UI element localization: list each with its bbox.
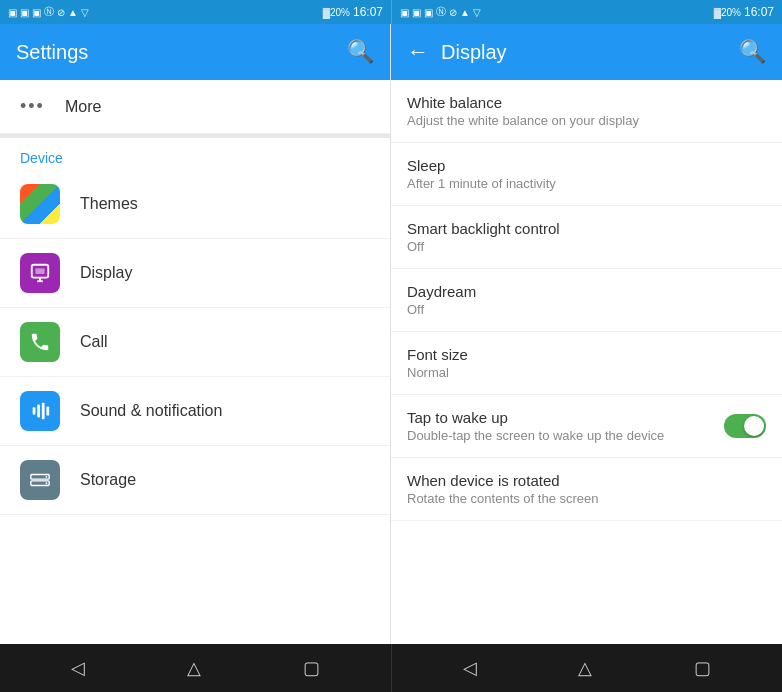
font-size-title: Font size <box>407 346 766 363</box>
display-settings-list: White balance Adjust the white balance o… <box>391 80 782 644</box>
settings-item-sound[interactable]: Sound & notification <box>0 377 390 446</box>
settings-item-display[interactable]: Display <box>0 239 390 308</box>
settings-title: Settings <box>16 41 88 64</box>
nav-bar: ◁ △ ▢ ◁ △ ▢ <box>0 644 782 692</box>
svg-rect-6 <box>42 403 45 420</box>
device-section-header: Device <box>0 138 390 170</box>
svg-rect-1 <box>35 268 44 274</box>
right-header: ← Display 🔍 <box>391 24 782 80</box>
more-dots-icon: ••• <box>20 96 45 117</box>
daydream-title: Daydream <box>407 283 766 300</box>
settings-item-themes[interactable]: Themes <box>0 170 390 239</box>
themes-icon <box>20 184 60 224</box>
themes-label: Themes <box>80 195 138 213</box>
settings-item-call[interactable]: Call <box>0 308 390 377</box>
left-status-right: ▓20% 16:07 <box>323 5 383 19</box>
right-recents-button[interactable]: ▢ <box>686 649 719 687</box>
right-status-icons: ▣ ▣ ▣ Ⓝ ⊘ ▲ ▽ <box>400 5 481 19</box>
display-search-icon[interactable]: 🔍 <box>739 39 766 65</box>
call-icon-svg <box>29 331 51 353</box>
tap-to-wake-toggle[interactable] <box>724 414 766 438</box>
tap-to-wake-subtitle: Double-tap the screen to wake up the dev… <box>407 428 724 443</box>
storage-label: Storage <box>80 471 136 489</box>
display-item-rotation[interactable]: When device is rotated Rotate the conten… <box>391 458 782 521</box>
display-item-white-balance[interactable]: White balance Adjust the white balance o… <box>391 80 782 143</box>
tap-to-wake-title: Tap to wake up <box>407 409 724 426</box>
settings-item-storage[interactable]: Storage <box>0 446 390 515</box>
storage-icon-svg <box>29 469 51 491</box>
font-size-subtitle: Normal <box>407 365 766 380</box>
sleep-title: Sleep <box>407 157 766 174</box>
back-button[interactable]: ← <box>407 39 429 65</box>
status-bar: ▣ ▣ ▣ Ⓝ ⊘ ▲ ▽ ▓20% 16:07 ▣ ▣ ▣ Ⓝ ⊘ ▲ ▽ ▓… <box>0 0 782 24</box>
toggle-knob <box>744 416 764 436</box>
left-header: Settings 🔍 <box>0 24 390 80</box>
display-item-sleep[interactable]: Sleep After 1 minute of inactivity <box>391 143 782 206</box>
rotation-subtitle: Rotate the contents of the screen <box>407 491 766 506</box>
left-recents-button[interactable]: ▢ <box>295 649 328 687</box>
left-panel: Settings 🔍 ••• More Device Themes <box>0 24 391 644</box>
left-back-button[interactable]: ◁ <box>63 649 93 687</box>
svg-rect-5 <box>37 405 40 418</box>
status-bar-left: ▣ ▣ ▣ Ⓝ ⊘ ▲ ▽ ▓20% 16:07 <box>0 0 391 24</box>
right-panel: ← Display 🔍 White balance Adjust the whi… <box>391 24 782 644</box>
left-home-button[interactable]: △ <box>179 649 209 687</box>
storage-icon <box>20 460 60 500</box>
display-item-smart-backlight[interactable]: Smart backlight control Off <box>391 206 782 269</box>
left-status-icons: ▣ ▣ ▣ Ⓝ ⊘ ▲ ▽ <box>8 5 89 19</box>
sound-icon-svg <box>29 400 51 422</box>
right-header-left: ← Display <box>407 39 507 65</box>
right-nav: ◁ △ ▢ <box>391 644 782 692</box>
display-icon <box>20 253 60 293</box>
rotation-title: When device is rotated <box>407 472 766 489</box>
right-back-button[interactable]: ◁ <box>455 649 485 687</box>
smart-backlight-title: Smart backlight control <box>407 220 766 237</box>
display-title: Display <box>441 41 507 64</box>
left-nav: ◁ △ ▢ <box>0 644 391 692</box>
status-bar-right: ▣ ▣ ▣ Ⓝ ⊘ ▲ ▽ ▓20% 16:07 <box>391 0 782 24</box>
white-balance-title: White balance <box>407 94 766 111</box>
display-icon-svg <box>29 262 51 284</box>
display-item-tap-to-wake[interactable]: Tap to wake up Double-tap the screen to … <box>391 395 782 458</box>
svg-rect-7 <box>46 406 49 415</box>
daydream-subtitle: Off <box>407 302 766 317</box>
display-item-daydream[interactable]: Daydream Off <box>391 269 782 332</box>
settings-search-icon[interactable]: 🔍 <box>347 39 374 65</box>
right-status-right: ▓20% 16:07 <box>714 5 774 19</box>
svg-point-10 <box>46 476 48 478</box>
right-home-button[interactable]: △ <box>570 649 600 687</box>
display-item-font-size[interactable]: Font size Normal <box>391 332 782 395</box>
more-item[interactable]: ••• More <box>0 80 390 134</box>
call-label: Call <box>80 333 108 351</box>
call-icon <box>20 322 60 362</box>
svg-point-11 <box>46 482 48 484</box>
display-label: Display <box>80 264 132 282</box>
svg-rect-4 <box>33 407 36 414</box>
sound-label: Sound & notification <box>80 402 222 420</box>
sleep-subtitle: After 1 minute of inactivity <box>407 176 766 191</box>
sound-icon <box>20 391 60 431</box>
white-balance-subtitle: Adjust the white balance on your display <box>407 113 766 128</box>
more-label: More <box>65 98 101 116</box>
smart-backlight-subtitle: Off <box>407 239 766 254</box>
